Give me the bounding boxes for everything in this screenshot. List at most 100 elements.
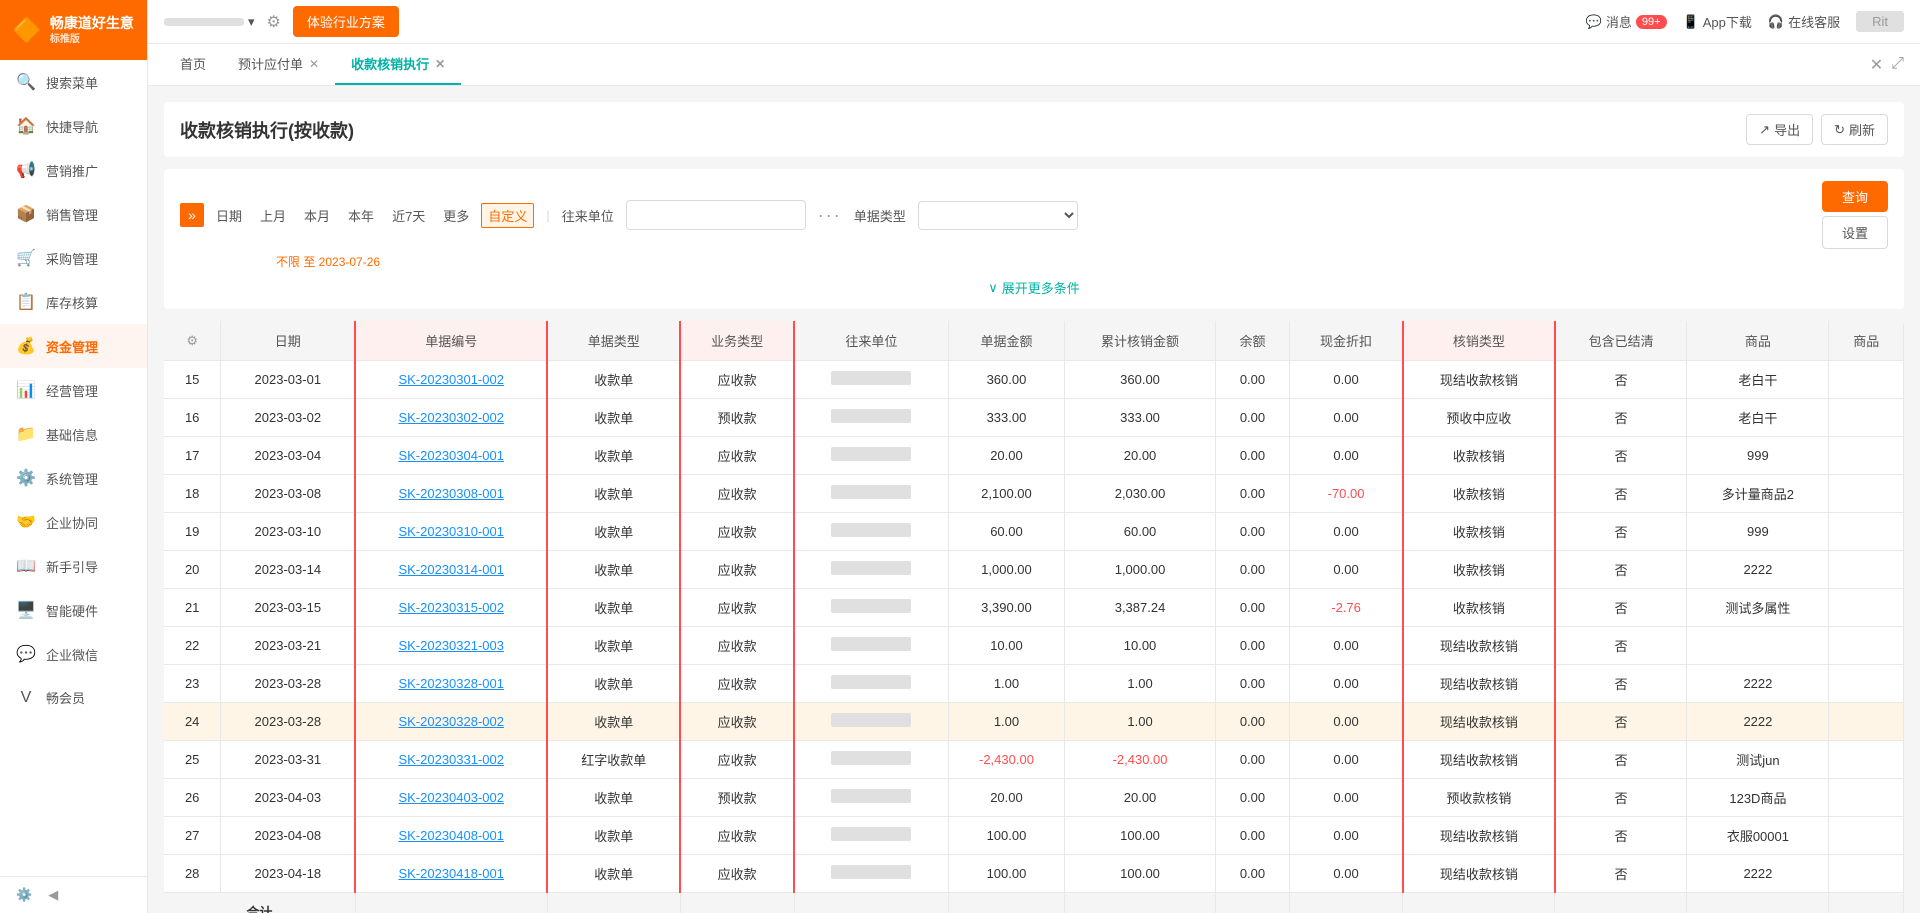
wechat-icon: 💬 [16, 644, 36, 664]
code-link[interactable]: SK-20230302-002 [398, 410, 504, 425]
cell-product1: 老白干 [1687, 399, 1829, 437]
date-this-month[interactable]: 本月 [298, 204, 336, 227]
total-discount [1290, 893, 1403, 913]
code-link[interactable]: SK-20230408-001 [398, 828, 504, 843]
cell-discount: 0.00 [1290, 513, 1403, 551]
cell-included: 否 [1555, 779, 1687, 817]
tab-collection[interactable]: 收款核销执行 ✕ [335, 44, 461, 85]
sidebar-item-purchase[interactable]: 🛒采购管理 [0, 236, 147, 280]
cell-code: SK-20230304-001 [355, 437, 547, 475]
cell-amount: 333.00 [948, 399, 1065, 437]
cell-code: SK-20230315-002 [355, 589, 547, 627]
sidebar-item-operation[interactable]: 📊经营管理 [0, 368, 147, 412]
query-button[interactable]: 查询 [1822, 181, 1888, 212]
cell-code: SK-20230310-001 [355, 513, 547, 551]
export-icon: ↗ [1759, 122, 1770, 138]
cell-wtype: 收款核销 [1403, 589, 1555, 627]
tab-payable-close[interactable]: ✕ [309, 57, 319, 71]
sidebar-item-finance[interactable]: 💰资金管理 [0, 324, 147, 368]
cell-code: SK-20230408-001 [355, 817, 547, 855]
expand-tab-icon[interactable]: ⤢ [1891, 55, 1904, 75]
cell-wtype: 收款核销 [1403, 437, 1555, 475]
cell-code: SK-20230328-002 [355, 703, 547, 741]
code-link[interactable]: SK-20230328-001 [398, 676, 504, 691]
sidebar-item-guide[interactable]: 📖新手引导 [0, 544, 147, 588]
sidebar-item-marketing[interactable]: 📢营销推广 [0, 148, 147, 192]
code-link[interactable]: SK-20230304-001 [398, 448, 504, 463]
cell-vtype: 收款单 [547, 627, 680, 665]
cell-discount: 0.00 [1290, 665, 1403, 703]
sidebar-item-member[interactable]: V畅会员 [0, 676, 147, 719]
cell-vtype: 红字收款单 [547, 741, 680, 779]
gear-icon[interactable]: ⚙ [267, 12, 281, 32]
total-label: 合计 [164, 893, 355, 913]
cell-balance: 0.00 [1215, 361, 1289, 399]
code-link[interactable]: SK-20230310-001 [398, 524, 504, 539]
refresh-button[interactable]: ↻ 刷新 [1821, 114, 1888, 145]
cell-partner [794, 437, 948, 475]
sidebar-item-inventory[interactable]: 📋库存核算 [0, 280, 147, 324]
sidebar-item-nav[interactable]: 🏠快捷导航 [0, 104, 147, 148]
message-icon: 💬 [1586, 14, 1602, 30]
voucher-type-select[interactable] [918, 201, 1078, 230]
date-7days[interactable]: 近7天 [386, 204, 431, 227]
sidebar-item-hardware[interactable]: 🖥️智能硬件 [0, 588, 147, 632]
code-link[interactable]: SK-20230314-001 [398, 562, 504, 577]
sidebar-item-label: 经营管理 [46, 381, 98, 400]
cell-discount: 0.00 [1290, 741, 1403, 779]
partner-input[interactable] [626, 200, 806, 230]
cell-vtype: 收款单 [547, 779, 680, 817]
message-area[interactable]: 💬 消息 99+ [1586, 12, 1667, 31]
filter-dots: ··· [818, 205, 842, 226]
cell-accum: 333.00 [1065, 399, 1215, 437]
cell-amount: 20.00 [948, 779, 1065, 817]
app-download[interactable]: 📱 App下载 [1683, 12, 1752, 31]
topbar-left: ▾ ⚙ 体验行业方案 [164, 6, 399, 37]
solution-button[interactable]: 体验行业方案 [293, 6, 399, 37]
cell-partner [794, 817, 948, 855]
date-custom[interactable]: 自定义 [481, 203, 534, 228]
th-included: 包含已结清 [1555, 321, 1687, 361]
user-name[interactable]: Rit [1856, 11, 1904, 32]
code-link[interactable]: SK-20230403-002 [398, 790, 504, 805]
table-row: 27 2023-04-08 SK-20230408-001 收款单 应收款 10… [164, 817, 1904, 855]
table-row: 18 2023-03-08 SK-20230308-001 收款单 应收款 2,… [164, 475, 1904, 513]
sidebar-item-label: 智能硬件 [46, 601, 98, 620]
sidebar-item-system[interactable]: ⚙️系统管理 [0, 456, 147, 500]
cell-discount: 0.00 [1290, 361, 1403, 399]
code-link[interactable]: SK-20230418-001 [398, 866, 504, 881]
sidebar-item-sales[interactable]: 📦销售管理 [0, 192, 147, 236]
collapse-icon[interactable]: ◀ [48, 887, 58, 903]
tab-home-label: 首页 [180, 54, 206, 73]
tab-home[interactable]: 首页 [164, 44, 222, 85]
service-area[interactable]: 🎧 在线客服 [1768, 12, 1840, 31]
date-more[interactable]: 更多 [437, 204, 475, 227]
export-button[interactable]: ↗ 导出 [1746, 114, 1813, 145]
code-link[interactable]: SK-20230315-002 [398, 600, 504, 615]
filter-expand-button[interactable]: » [180, 203, 204, 227]
table-scroll[interactable]: ⚙ 日期 单据编号 单据类型 业务类型 往来单位 单据金额 累计核销金额 余额 … [164, 321, 1904, 913]
code-link[interactable]: SK-20230301-002 [398, 372, 504, 387]
tab-collection-close[interactable]: ✕ [435, 57, 445, 71]
sidebar-item-search[interactable]: 🔍搜索菜单 [0, 60, 147, 104]
topbar-dropdown[interactable]: ▾ [164, 14, 255, 30]
date-this-year[interactable]: 本年 [342, 204, 380, 227]
sidebar-item-enterprise[interactable]: 🤝企业协同 [0, 500, 147, 544]
tab-payable[interactable]: 预计应付单 ✕ [222, 44, 335, 85]
cell-btype: 预收款 [680, 779, 794, 817]
cell-product1: 2222 [1687, 855, 1829, 893]
close-tab-icon[interactable]: ✕ [1870, 55, 1883, 75]
th-gear[interactable]: ⚙ [164, 321, 221, 361]
settings-icon[interactable]: ⚙️ [16, 887, 32, 903]
cell-discount: -2.76 [1290, 589, 1403, 627]
code-link[interactable]: SK-20230308-001 [398, 486, 504, 501]
sidebar-item-wechat[interactable]: 💬企业微信 [0, 632, 147, 676]
settings-button[interactable]: 设置 [1822, 216, 1888, 249]
date-last-month[interactable]: 上月 [254, 204, 292, 227]
code-link[interactable]: SK-20230331-002 [398, 752, 504, 767]
code-link[interactable]: SK-20230328-002 [398, 714, 504, 729]
expand-more-button[interactable]: ∨ 展开更多条件 [988, 278, 1080, 297]
code-link[interactable]: SK-20230321-003 [398, 638, 504, 653]
cell-accum: 100.00 [1065, 855, 1215, 893]
sidebar-item-basic[interactable]: 📁基础信息 [0, 412, 147, 456]
